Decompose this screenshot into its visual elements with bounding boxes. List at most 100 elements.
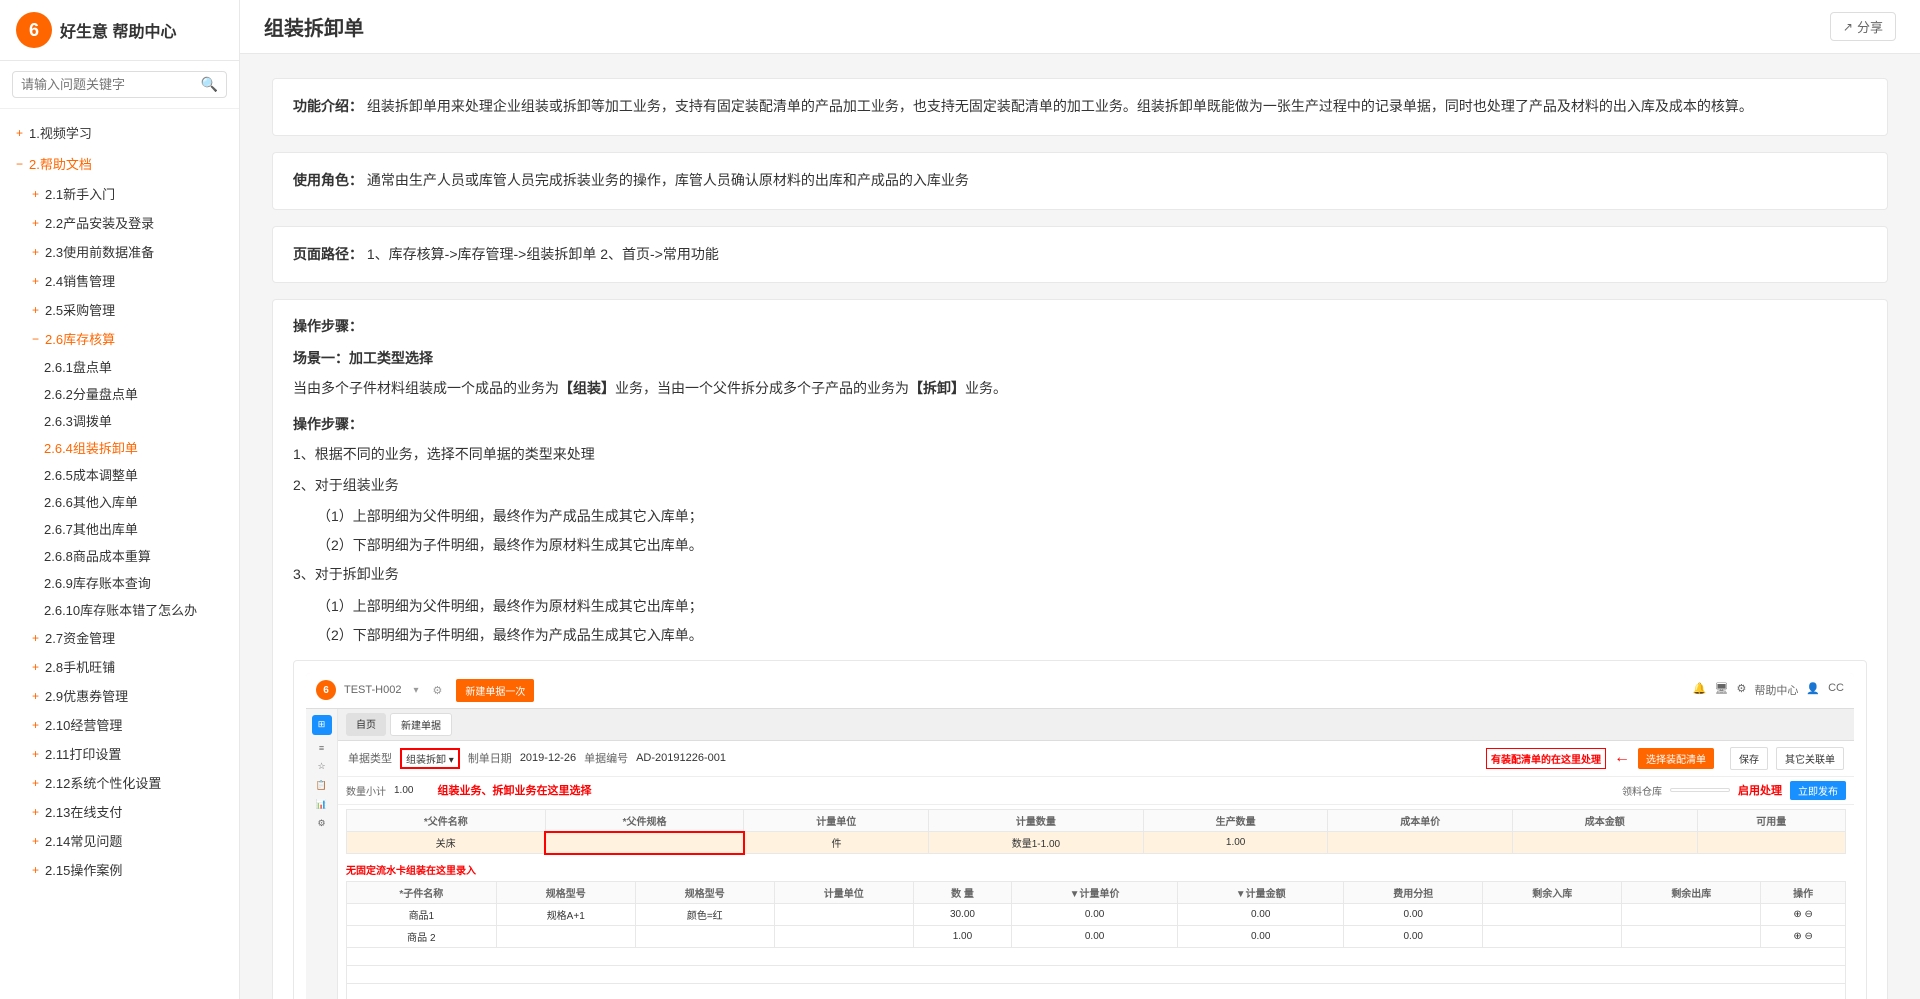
ss-child-amt2: 0.00 <box>1178 925 1344 947</box>
sidebar-item-mobile[interactable]: + 2.8手机旺铺 <box>0 652 239 681</box>
ss-col-child-price: ▼计量单价 <box>1012 881 1178 903</box>
ss-child-op2: ⊕ ⊖ <box>1761 925 1846 947</box>
ss-cell-cost-price <box>1328 832 1513 854</box>
sidebar-item-settings[interactable]: + 2.12系统个性化设置 <box>0 768 239 797</box>
ss-tab-home[interactable]: 自页 <box>346 713 386 736</box>
sidebar-item-other-in[interactable]: 2.6.6其他入库单 <box>0 488 239 515</box>
ss-lower-ann-text: 无固定流水卡组装在这里录入 <box>346 866 476 877</box>
plus-icon: + <box>32 776 39 790</box>
ss-col-child-remain-out: 剩余出库 <box>1622 881 1761 903</box>
sidebar-item-newbie[interactable]: + 2.1新手入门 <box>0 179 239 208</box>
sidebar-item-sales[interactable]: + 2.4销售管理 <box>0 266 239 295</box>
ss-confirm-btn[interactable]: 立即发布 <box>1790 781 1846 800</box>
sidebar-item-assembly[interactable]: 2.6.4组装拆卸单 <box>0 434 239 461</box>
ss-col-parent-spec: *父件规格 <box>545 809 744 832</box>
sidebar-item-cost-adjust[interactable]: 2.6.5成本调整单 <box>0 461 239 488</box>
ss-type-label: 单据类型 <box>348 750 392 766</box>
ops-steps-label: 操作步骤： <box>293 414 1867 434</box>
ss-upper-table: *父件名称 *父件规格 计量单位 计量数量 生产数量 成本单价 成本金额 可用量 <box>338 805 1854 859</box>
path-label: 页面路径： <box>293 246 363 262</box>
ss-toolbar: 单据类型 组装拆卸 ▾ 制单日期 2019-12-26 单据编号 AD-2019… <box>338 741 1854 777</box>
ss-type-select[interactable]: 组装拆卸 ▾ <box>400 748 460 769</box>
ss-child-qty2: 1.00 <box>913 925 1011 947</box>
sidebar-item-inv-error[interactable]: 2.6.10库存账本错了怎么办 <box>0 596 239 623</box>
plus-icon: + <box>32 631 39 645</box>
ss-col-child-remain-in: 剩余入库 <box>1483 881 1622 903</box>
scene1-desc: 当由多个子件材料组装成一个成品的业务为【组装】业务，当由一个父件拆分成多个子产品… <box>293 376 1867 401</box>
ss-new-btn[interactable]: 新建单据一次 <box>456 679 534 702</box>
ss-nav-icon4: 📊 <box>316 799 327 810</box>
sidebar-item-cost-recalc[interactable]: 2.6.8商品成本重算 <box>0 542 239 569</box>
plus-icon: + <box>32 187 39 201</box>
plus-icon: + <box>32 747 39 761</box>
ss-inner: 自页 新建单据 单据类型 组装拆卸 ▾ 制单日期 2019-12-26 <box>338 709 1854 999</box>
plus-icon: + <box>32 274 39 288</box>
sidebar-item-video[interactable]: + 1.视频学习 <box>0 117 239 148</box>
plus-icon: + <box>32 718 39 732</box>
ss-child-price1: 0.00 <box>1012 903 1178 925</box>
ss-child-unit1 <box>774 903 913 925</box>
sidebar-item-install[interactable]: + 2.2产品安装及登录 <box>0 208 239 237</box>
ss-child-remain-out1 <box>1622 903 1761 925</box>
sidebar-item-stocktake[interactable]: 2.6.1盘点单 <box>0 353 239 380</box>
search-input[interactable] <box>21 77 201 92</box>
ss-date-label: 制单日期 <box>468 750 512 766</box>
plus-icon: + <box>32 245 39 259</box>
share-button[interactable]: ↗ 分享 <box>1830 12 1896 41</box>
logo-icon: 6 <box>16 12 52 48</box>
sidebar-item-mgmt[interactable]: + 2.10经营管理 <box>0 710 239 739</box>
table-row: 商品 2 1.00 0.00 0.00 0.00 <box>347 925 1846 947</box>
ss-dropdown-arrow: ▾ <box>413 685 418 696</box>
ss-tabs: 自页 新建单据 <box>338 709 1854 741</box>
ss-qty-label: 数量小计 <box>346 783 386 798</box>
step3: 3、对于拆卸业务 <box>293 562 1867 587</box>
plus-icon: + <box>16 126 23 140</box>
step2: 2、对于组装业务 <box>293 473 1867 498</box>
sidebar-item-coupon[interactable]: + 2.9优惠券管理 <box>0 681 239 710</box>
search-input-wrap[interactable]: 🔍 <box>12 71 227 98</box>
ss-child-share2: 0.00 <box>1344 925 1483 947</box>
ss-col-avail: 可用量 <box>1697 809 1845 832</box>
plus-icon: + <box>32 303 39 317</box>
ss-ref-value: AD-20191226-001 <box>636 752 726 764</box>
sidebar-item-data-prep[interactable]: + 2.3使用前数据准备 <box>0 237 239 266</box>
ss-tab-new[interactable]: 新建单据 <box>390 713 452 736</box>
ss-choose-btn[interactable]: 选择装配清单 <box>1638 748 1714 769</box>
ss-save-btn[interactable]: 保存 <box>1730 747 1768 770</box>
ss-col-cost-price: 成本单价 <box>1328 809 1513 832</box>
sidebar-item-faq[interactable]: + 2.14常见问题 <box>0 826 239 855</box>
plus-icon: + <box>32 834 39 848</box>
sidebar-item-print[interactable]: + 2.11打印设置 <box>0 739 239 768</box>
step3-sub2: （2）下部明细为子件明细，最终作为产成品生成其它入库单。 <box>293 623 1867 648</box>
sidebar-item-cases[interactable]: + 2.15操作案例 <box>0 855 239 884</box>
sidebar-item-transfer[interactable]: 2.6.3调拨单 <box>0 407 239 434</box>
sidebar-item-inv-book[interactable]: 2.6.9库存账本查询 <box>0 569 239 596</box>
sidebar-item-other-out[interactable]: 2.6.7其他出库单 <box>0 515 239 542</box>
ss-child-amt1: 0.00 <box>1178 903 1344 925</box>
sidebar-item-docs[interactable]: − 2.帮助文档 <box>0 148 239 179</box>
ss-col-unit: 计量单位 <box>744 809 929 832</box>
ss-date-value: 2019-12-26 <box>520 752 576 764</box>
table-row: 关床 件 数量1-1.00 1.00 <box>347 832 1846 854</box>
ss-col-spec2: 规格型号 <box>635 881 774 903</box>
logo-bar: 6 好生意 帮助中心 <box>0 0 239 61</box>
ss-child-spec1a: 规格A+1 <box>496 903 635 925</box>
search-icon[interactable]: 🔍 <box>201 76 218 93</box>
ss-other-btn[interactable]: 其它关联单 <box>1776 747 1844 770</box>
ss-form-area: 单据类型 组装拆卸 ▾ 制单日期 2019-12-26 单据编号 AD-2019… <box>338 741 1854 805</box>
content-area: 功能介绍： 组装拆卸单用来处理企业组装或拆卸等加工业务，支持有固定装配清单的产品… <box>240 54 1920 999</box>
sidebar: 6 好生意 帮助中心 🔍 + 1.视频学习 − 2.帮助文档 + 2.1新手入门… <box>0 0 240 999</box>
sidebar-item-finance[interactable]: + 2.7资金管理 <box>0 623 239 652</box>
sidebar-item-inventory[interactable]: − 2.6库存核算 <box>0 324 239 353</box>
main-panel: 组装拆卸单 ↗ 分享 功能介绍： 组装拆卸单用来处理企业组装或拆卸等加工业务，支… <box>240 0 1920 999</box>
sidebar-item-partial-stocktake[interactable]: 2.6.2分量盘点单 <box>0 380 239 407</box>
ss-nav-icon2: ☆ <box>317 761 325 772</box>
table-row <box>347 965 1846 983</box>
ss-topbar-icons: 🔔🖥⚙帮助中心👤CC <box>1693 682 1844 698</box>
ss-warehouse-input[interactable] <box>1670 788 1730 792</box>
ss-annotation-top: 有装配清单的在这里处理 <box>1486 748 1606 769</box>
table-row <box>347 947 1846 965</box>
sidebar-item-purchase[interactable]: + 2.5采购管理 <box>0 295 239 324</box>
sidebar-item-payment[interactable]: + 2.13在线支付 <box>0 797 239 826</box>
ss-logo: 6 <box>316 680 336 700</box>
